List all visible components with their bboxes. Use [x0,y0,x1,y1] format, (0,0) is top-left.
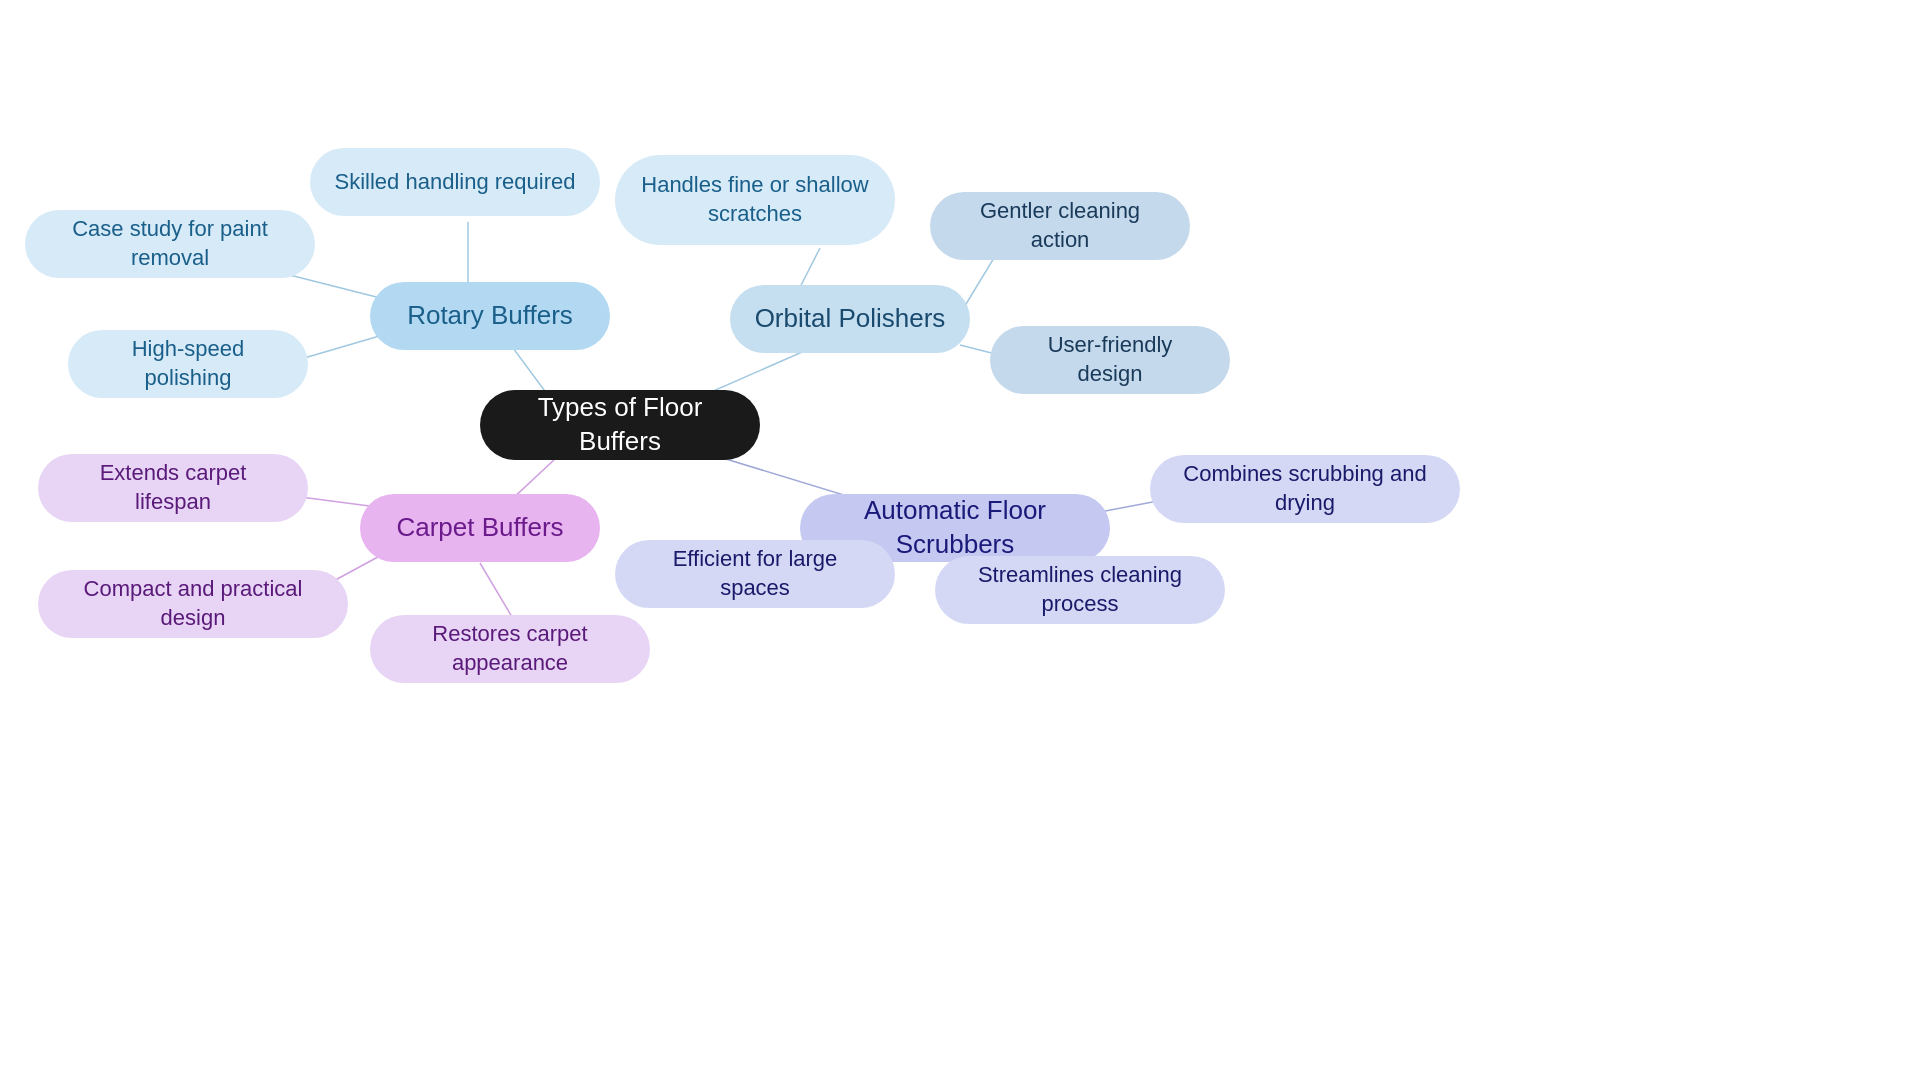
orbital-polishers-node: Orbital Polishers [730,285,970,353]
handles-scratches-node: Handles fine or shallow scratches [615,155,895,245]
svg-line-12 [480,563,515,622]
efficient-spaces-node: Efficient for large spaces [615,540,895,608]
combines-scrubbing-node: Combines scrubbing and drying [1150,455,1460,523]
restores-carpet-node: Restores carpet appearance [370,615,650,683]
user-friendly-node: User-friendly design [990,326,1230,394]
gentler-cleaning-node: Gentler cleaning action [930,192,1190,260]
center-node: Types of Floor Buffers [480,390,760,460]
skilled-handling-node: Skilled handling required [310,148,600,216]
paint-removal-node: Case study for paint removal [25,210,315,278]
compact-design-node: Compact and practical design [38,570,348,638]
highspeed-polishing-node: High-speed polishing [68,330,308,398]
extends-carpet-node: Extends carpet lifespan [38,454,308,522]
rotary-buffers-node: Rotary Buffers [370,282,610,350]
streamlines-cleaning-node: Streamlines cleaning process [935,556,1225,624]
carpet-buffers-node: Carpet Buffers [360,494,600,562]
